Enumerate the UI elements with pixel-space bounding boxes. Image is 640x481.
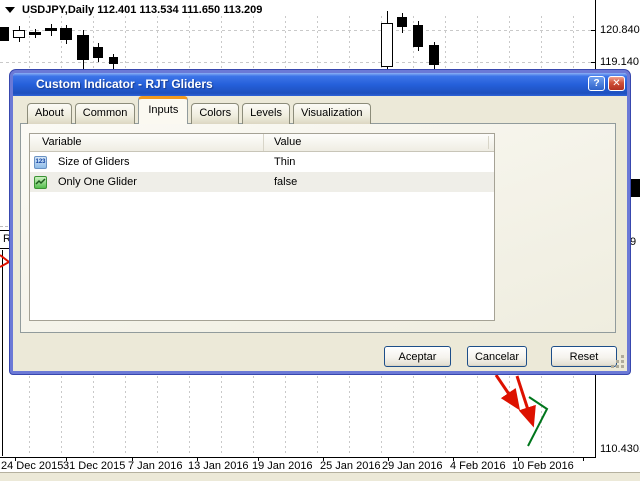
clipped-price-label: 9 (630, 236, 637, 248)
time-axis-line (0, 457, 596, 458)
tab-inputs[interactable]: Inputs (138, 96, 189, 124)
symbol-ohlc-text: USDJPY,Daily 112.401 113.534 111.650 113… (22, 4, 263, 16)
symbol-ohlc-header: USDJPY,Daily 112.401 113.534 111.650 113… (5, 2, 262, 18)
price-axis-label: 120.840 (600, 24, 640, 36)
tab-about[interactable]: About (27, 103, 72, 124)
accept-button[interactable]: Aceptar (384, 346, 451, 367)
clipped-gridline-fragment (0, 226, 10, 227)
time-axis-label: 7 Jan 2016 (128, 460, 183, 472)
close-button[interactable]: ✕ (608, 76, 625, 91)
help-button[interactable]: ? (588, 76, 605, 91)
candle-body (381, 23, 393, 67)
parameter-value[interactable]: Thin (264, 156, 295, 168)
table-header: Variable Value (30, 134, 494, 152)
price-axis-label: 119.140 (600, 56, 639, 68)
parameter-name: Only One Glider (58, 176, 137, 188)
mt4-window: USDJPY,Daily 112.401 113.534 111.650 113… (0, 0, 640, 481)
numeric-123-icon: 123 (34, 155, 47, 169)
dialog-client-area: About Common Inputs Colors Levels Visualizati… (13, 96, 627, 371)
time-axis-tick (583, 458, 584, 461)
dialog-title: Custom Indicator - RJT Gliders (36, 77, 213, 91)
tab-common[interactable]: Common (74, 103, 136, 124)
candle-body (109, 57, 118, 64)
candle-body (60, 28, 72, 40)
symbol-dropdown-icon[interactable] (5, 7, 15, 18)
vertical-line-object[interactable] (2, 250, 3, 456)
price-axis-tick (591, 30, 596, 31)
candle-body (429, 45, 439, 65)
tab-levels[interactable]: Levels (242, 103, 290, 124)
tab-bar: About Common Inputs Colors Levels Visualizati… (27, 96, 371, 124)
time-axis-label: 19 Jan 2016 (252, 460, 313, 472)
grid-line-horizontal (0, 62, 595, 63)
parameter-row[interactable]: 123 Size of Gliders Thin (30, 152, 494, 172)
candle-body (13, 30, 25, 38)
candle-body (93, 47, 103, 58)
grid-line-horizontal (0, 30, 595, 31)
column-header-variable[interactable]: Variable (30, 134, 264, 151)
tab-visualization[interactable]: Visualization (292, 103, 371, 124)
custom-indicator-dialog: Custom Indicator - RJT Gliders ? ✕ About… (10, 70, 630, 374)
tab-colors[interactable]: Colors (191, 103, 240, 124)
cancel-button[interactable]: Cancelar (467, 346, 527, 367)
price-axis-marker (629, 179, 640, 197)
price-axis-tick (591, 62, 596, 63)
time-axis-label: 29 Jan 2016 (382, 460, 443, 472)
time-axis-label: 4 Feb 2016 (450, 460, 506, 472)
candle-body (0, 27, 9, 41)
resize-grip[interactable] (611, 355, 624, 368)
parameters-table: Variable Value 123 Size of Gliders Thin Onl… (29, 133, 495, 321)
dialog-titlebar[interactable]: Custom Indicator - RJT Gliders ? ✕ (13, 73, 627, 96)
time-axis-label: 31 Dec 2015 (63, 460, 126, 472)
column-header-value[interactable]: Value (264, 134, 494, 151)
parameter-row[interactable]: Only One Glider false (30, 172, 494, 192)
parameter-name: Size of Gliders (58, 156, 130, 168)
candle-body (397, 17, 407, 27)
table-body: 123 Size of Gliders Thin Only One Glider fal… (30, 152, 494, 192)
time-axis-label: 10 Feb 2016 (512, 460, 574, 472)
time-axis-label: 25 Jan 2016 (320, 460, 381, 472)
current-price-label: 110.4301 (600, 443, 640, 455)
time-axis-label: 24 Dec 2015 (1, 460, 64, 472)
candle-body (77, 35, 89, 60)
time-axis-label: 13 Jan 2016 (188, 460, 249, 472)
icon-badge-text: 123 (35, 159, 46, 165)
candle-body (413, 25, 423, 47)
parameter-value[interactable]: false (264, 176, 297, 188)
candle-body (45, 28, 57, 31)
inputs-tab-panel: Variable Value 123 Size of Gliders Thin Onl… (20, 123, 616, 333)
candle-body (29, 32, 41, 35)
reset-button[interactable]: Reset (551, 346, 617, 367)
line-chart-icon (34, 175, 47, 189)
